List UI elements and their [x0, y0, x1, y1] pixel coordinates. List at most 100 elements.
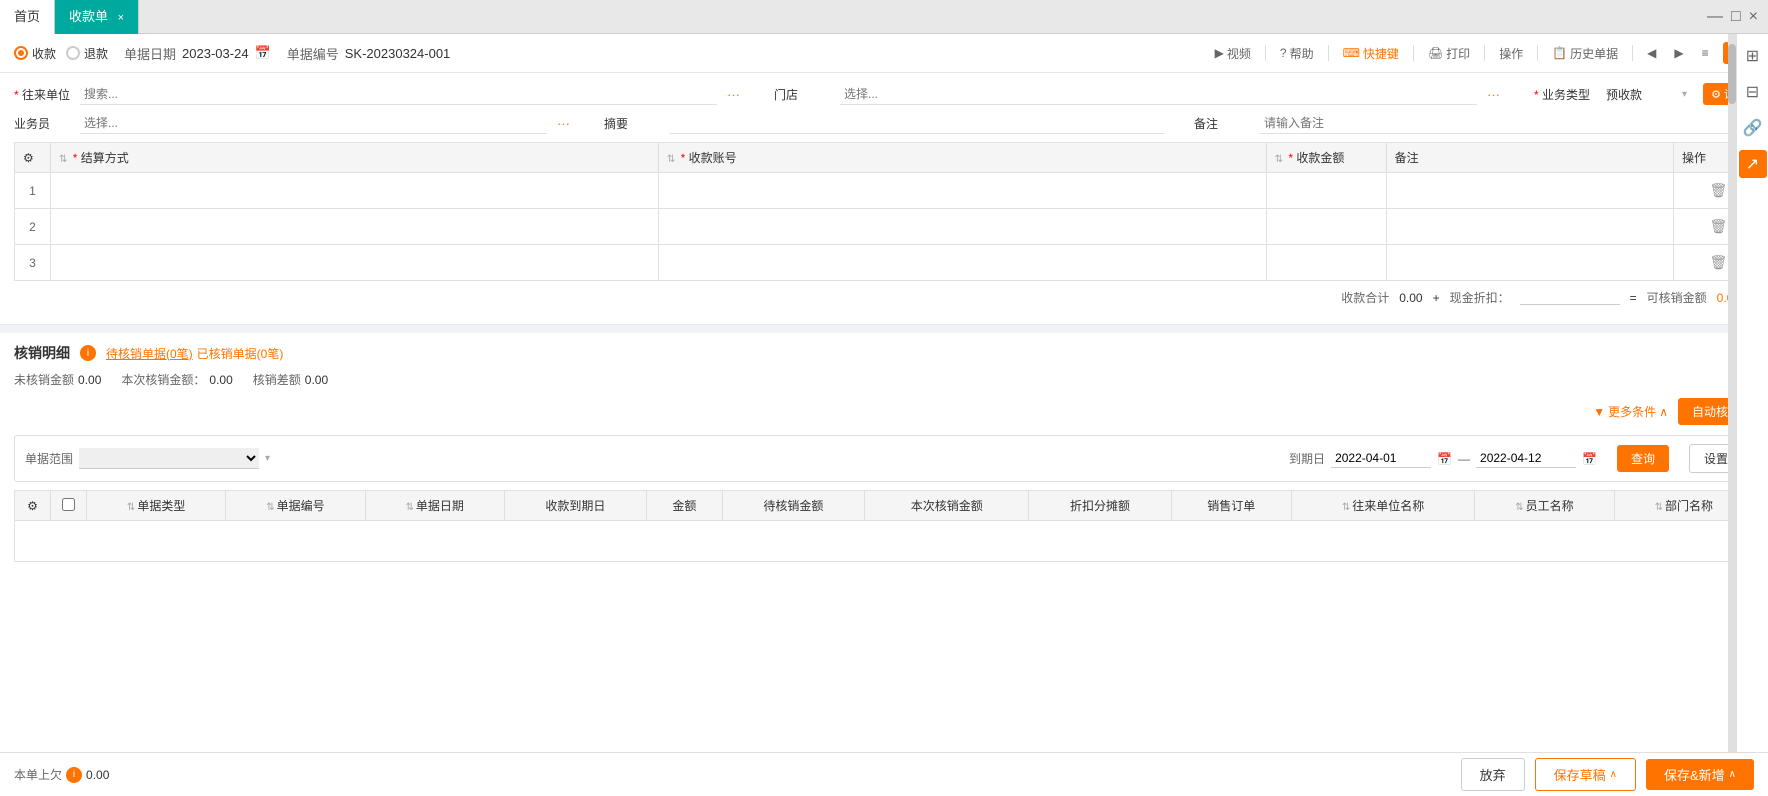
maximize-icon[interactable]: □: [1731, 8, 1741, 26]
bottom-gear-col[interactable]: ⚙: [15, 491, 51, 521]
more-conditions-btn[interactable]: ▼ 更多条件 ∧: [1593, 403, 1668, 420]
row-account-2[interactable]: [658, 209, 1266, 245]
store-more-btn[interactable]: ···: [1483, 87, 1504, 102]
tab-receipt[interactable]: 收款单 ×: [55, 0, 139, 34]
window-controls: — □ ×: [1697, 8, 1768, 26]
row-remark-2[interactable]: [1386, 209, 1673, 245]
summary-input[interactable]: [670, 113, 1164, 134]
operate-btn[interactable]: 操作: [1495, 43, 1527, 64]
history-icon: 📋: [1552, 46, 1567, 60]
shortcut-btn[interactable]: ⌨ 快捷键: [1339, 43, 1403, 64]
list-view[interactable]: ≡: [1698, 44, 1713, 62]
sidebar-icon-table[interactable]: ⊞: [1739, 42, 1767, 70]
tab-home[interactable]: 首页: [0, 0, 55, 34]
nav-prev[interactable]: ◀: [1643, 44, 1660, 62]
row-delete-2[interactable]: 🗑: [1709, 218, 1727, 235]
sidebar-icon-expand[interactable]: ↗: [1739, 150, 1767, 178]
sidebar-icon-link[interactable]: 🔗: [1739, 114, 1767, 142]
store-input[interactable]: [840, 84, 1477, 105]
row-delete-1[interactable]: 🗑: [1709, 182, 1727, 199]
main-content: 收款 退款 单据日期 2023-03-24 📅 单据编号 SK-20230324…: [0, 34, 1768, 796]
business-type-value: 预收款: [1606, 86, 1642, 103]
verify-toolbar: ▼ 更多条件 ∧ 自动核销: [14, 398, 1754, 425]
row-settlement-2[interactable]: [51, 209, 659, 245]
save-new-arrow: ∧: [1729, 769, 1736, 780]
verify-header: 核销明细 i 待核销单据(0笔) 已核销单据(0笔): [14, 343, 1754, 363]
business-type-dropdown-icon[interactable]: ▾: [1682, 89, 1687, 100]
summary-label: 摘要: [604, 115, 664, 132]
row-remark-1[interactable]: [1386, 173, 1673, 209]
header-number: 单据编号 SK-20230324-001: [287, 44, 451, 63]
radio-receive[interactable]: 收款: [14, 45, 56, 62]
row-settlement-3[interactable]: [51, 245, 659, 281]
filter-icon: ▼: [1593, 405, 1605, 419]
section-divider: [0, 325, 1768, 333]
row-amount-1[interactable]: [1266, 173, 1386, 209]
sidebar-icon-chart[interactable]: ⊟: [1739, 78, 1767, 106]
counterpart-more-btn[interactable]: ···: [723, 87, 744, 102]
bottom-check-col[interactable]: [51, 491, 87, 521]
col-remark: 备注: [1386, 143, 1673, 173]
row-amount-2[interactable]: [1266, 209, 1386, 245]
divider: [1265, 45, 1266, 61]
row-account-1[interactable]: [658, 173, 1266, 209]
abandon-btn[interactable]: 放弃: [1461, 758, 1525, 791]
staff-label: 业务员: [14, 115, 74, 132]
verify-tab-done[interactable]: 已核销单据(0笔): [197, 345, 284, 362]
save-new-btn[interactable]: 保存&新增 ∧: [1646, 759, 1754, 790]
calendar-from-icon[interactable]: 📅: [1437, 452, 1452, 466]
verify-info-icon[interactable]: i: [80, 345, 96, 361]
date-from-input[interactable]: [1331, 449, 1431, 468]
verify-stats: 未核销金额 0.00 本次核销金额： 0.00 核销差额 0.00: [14, 371, 1754, 388]
col-amount2: 金额: [647, 491, 723, 521]
col-discount: 折扣分摊额: [1029, 491, 1171, 521]
staff-input[interactable]: [80, 113, 547, 134]
help-btn[interactable]: ? 帮助: [1276, 43, 1318, 64]
col-doc-date: ⇅单据日期: [365, 491, 504, 521]
row-remark-3[interactable]: [1386, 245, 1673, 281]
query-btn[interactable]: 查询: [1617, 445, 1669, 472]
date-to-input[interactable]: [1476, 449, 1576, 468]
right-scrollbar[interactable]: [1728, 34, 1736, 752]
row-amount-3[interactable]: [1266, 245, 1386, 281]
bottom-info-icon[interactable]: i: [66, 767, 82, 783]
verify-tab-pending[interactable]: 待核销单据(0笔): [106, 345, 193, 362]
tab-close-icon[interactable]: ×: [118, 12, 124, 24]
save-draft-btn[interactable]: 保存草稿 ∧: [1535, 758, 1636, 791]
row-delete-3[interactable]: 🗑: [1709, 254, 1727, 271]
calendar-icon[interactable]: 📅: [255, 45, 271, 61]
remark-input[interactable]: [1260, 113, 1754, 134]
row-account-3[interactable]: [658, 245, 1266, 281]
close-icon[interactable]: ×: [1749, 8, 1758, 26]
radio-refund[interactable]: 退款: [66, 45, 108, 62]
scroll-thumb[interactable]: [1728, 44, 1736, 104]
stat-unverified: 未核销金额 0.00: [14, 371, 101, 388]
counterpart-input[interactable]: [80, 84, 717, 105]
store-field: 门店 ···: [774, 84, 1504, 105]
staff-more-btn[interactable]: ···: [553, 116, 574, 131]
divider5: [1537, 45, 1538, 61]
print-btn[interactable]: 🖨 打印: [1424, 43, 1474, 64]
discount-input[interactable]: [1520, 290, 1620, 305]
stat-diff: 核销差额 0.00: [253, 371, 328, 388]
minimize-icon[interactable]: —: [1707, 8, 1723, 26]
col-due-date: 收款到期日: [504, 491, 646, 521]
video-btn[interactable]: ▶ 视频: [1211, 43, 1255, 64]
verify-section: 核销明细 i 待核销单据(0笔) 已核销单据(0笔) 未核销金额 0.00 本次…: [0, 333, 1768, 572]
history-btn[interactable]: 📋 历史单据: [1548, 43, 1622, 64]
calendar-to-icon[interactable]: 📅: [1582, 452, 1597, 466]
tab-bar: 首页 收款单 × — □ ×: [0, 0, 1768, 34]
save-draft-arrow: ∧: [1610, 769, 1617, 780]
gear-col[interactable]: ⚙: [15, 143, 51, 173]
select-all-checkbox[interactable]: [62, 498, 75, 511]
row-settlement-1[interactable]: [51, 173, 659, 209]
range-select[interactable]: [79, 448, 259, 469]
print-icon: 🖨: [1428, 46, 1443, 60]
radio-receive-circle: [14, 46, 28, 60]
row-num-1: 1: [15, 173, 51, 209]
filter-range: 单据范围 ▾: [25, 448, 270, 469]
bottom-table: ⚙ ⇅单据类型 ⇅单据编号 ⇅单据日期 收款到期日 金额 待核销金: [14, 490, 1754, 562]
nav-next[interactable]: ▶: [1670, 44, 1687, 62]
col-doc-num: ⇅单据编号: [226, 491, 365, 521]
video-icon: ▶: [1215, 46, 1224, 60]
